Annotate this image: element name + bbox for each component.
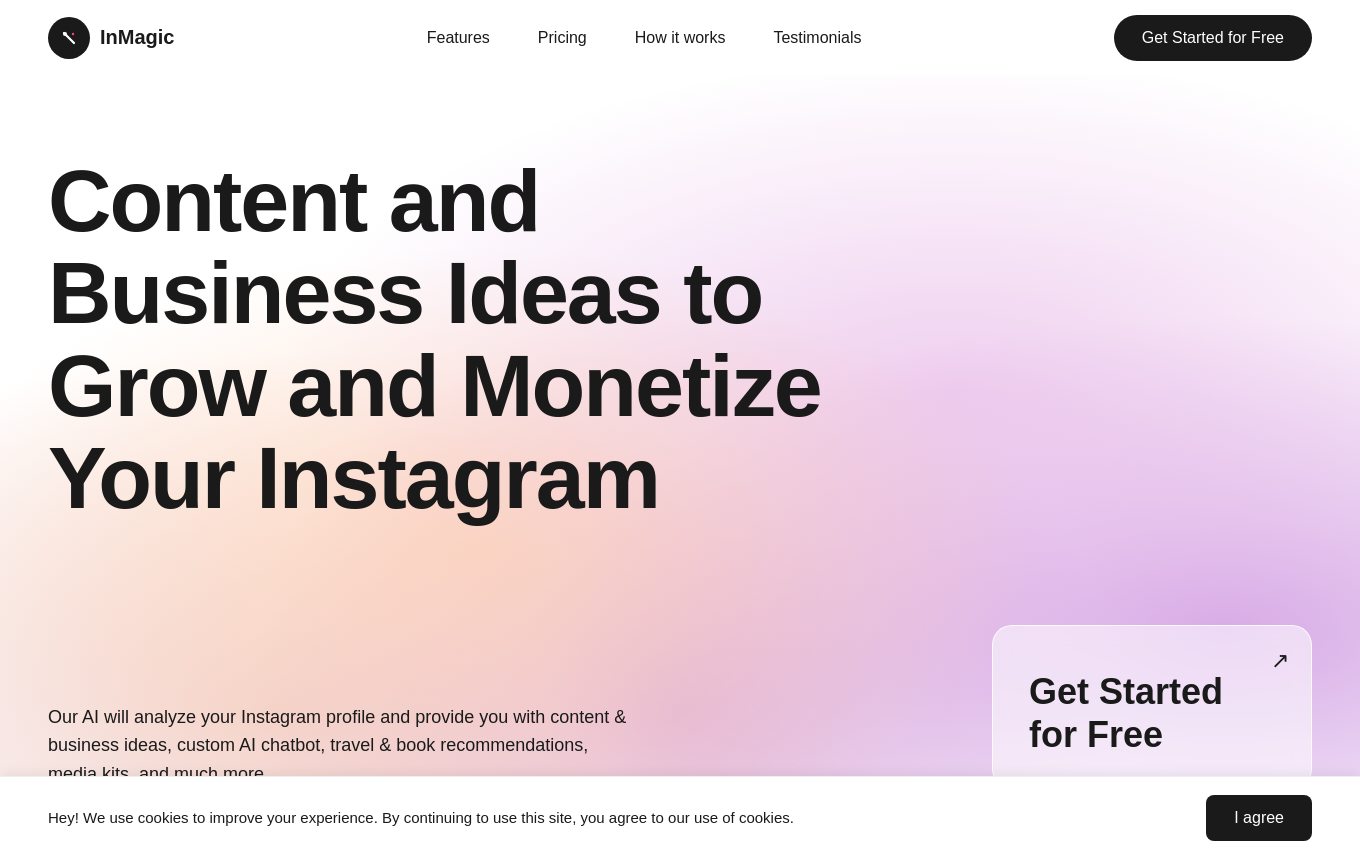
hero-cta-arrow-icon: ↗ xyxy=(1271,648,1289,674)
hero-cta-card[interactable]: ↗ Get Started for Free xyxy=(992,625,1312,789)
hero-headline: Content and Business Ideas to Grow and M… xyxy=(48,155,918,525)
nav-testimonials[interactable]: Testimonials xyxy=(773,29,861,47)
hero-headline-text: Content and Business Ideas to Grow and M… xyxy=(48,151,821,527)
cookie-agree-button[interactable]: I agree xyxy=(1206,795,1312,841)
logo-text: InMagic xyxy=(100,26,174,49)
nav-how-it-works[interactable]: How it works xyxy=(635,29,726,47)
logo-icon xyxy=(48,17,90,59)
cookie-banner: Hey! We use cookies to improve your expe… xyxy=(0,776,1360,859)
svg-point-3 xyxy=(72,32,74,34)
svg-point-2 xyxy=(63,32,67,36)
nav-cta-button[interactable]: Get Started for Free xyxy=(1114,15,1312,61)
hero-bottom: Our AI will analyze your Instagram profi… xyxy=(48,625,1312,789)
hero-cta-line1: Get Started xyxy=(1029,670,1275,713)
nav-features[interactable]: Features xyxy=(427,29,490,47)
navbar: InMagic Features Pricing How it works Te… xyxy=(0,0,1360,75)
logo[interactable]: InMagic xyxy=(48,17,174,59)
hero-cta-line2: for Free xyxy=(1029,713,1275,756)
hero-section: Content and Business Ideas to Grow and M… xyxy=(0,75,1360,859)
hero-cta-card-text: Get Started for Free xyxy=(1029,670,1275,756)
nav-pricing[interactable]: Pricing xyxy=(538,29,587,47)
hero-content: Content and Business Ideas to Grow and M… xyxy=(48,155,1312,789)
nav-links: Features Pricing How it works Testimonia… xyxy=(427,29,862,47)
cookie-message: Hey! We use cookies to improve your expe… xyxy=(48,807,794,830)
